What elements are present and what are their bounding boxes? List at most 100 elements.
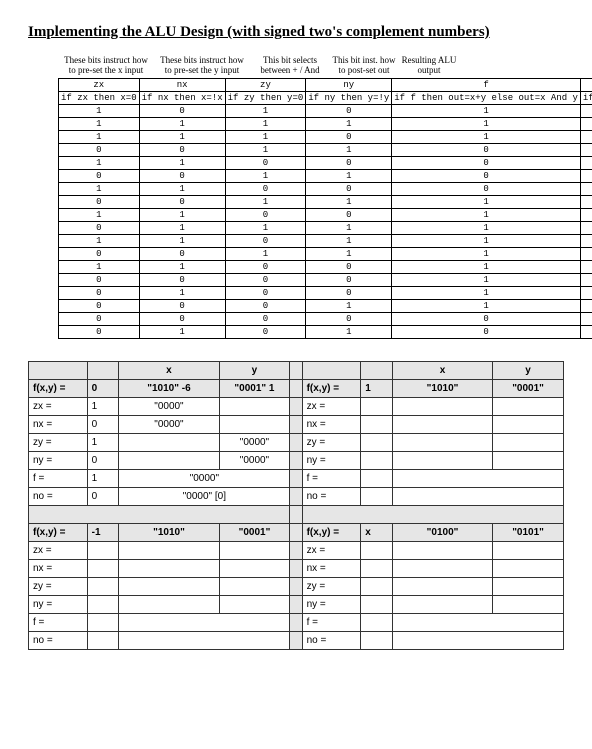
truth-cell: 1 <box>580 299 592 312</box>
truth-cell: 1 <box>306 325 392 338</box>
hdr-x-right: x <box>392 361 492 379</box>
nx-bit-r <box>361 415 393 433</box>
truth-cell: 1 <box>392 286 581 299</box>
truth-cell: 1 <box>139 117 225 130</box>
f-bit-r <box>361 469 393 487</box>
truth-cell: 0 <box>139 169 225 182</box>
truth-row: 001101!x <box>59 169 592 182</box>
hdr-zx: zx <box>59 78 140 91</box>
truth-cell: 0 <box>225 156 306 169</box>
truth-row: 110000y <box>59 156 592 169</box>
truth-row: 1010100 <box>59 104 592 117</box>
truth-cell: 0 <box>59 195 140 208</box>
hdr-ny: ny <box>306 78 392 91</box>
zx-y <box>219 397 290 415</box>
truth-cell: 0 <box>225 299 306 312</box>
lab-f2-r: f = <box>302 613 361 631</box>
truth-row: 110011-y <box>59 208 592 221</box>
truth-cell: 1 <box>306 221 392 234</box>
truth-cell: 0 <box>306 260 392 273</box>
truth-cell: 0 <box>225 286 306 299</box>
truth-cell: 1 <box>225 143 306 156</box>
truth-row: 110111y+1 <box>59 234 592 247</box>
truth-cell: 1 <box>139 260 225 273</box>
truth-cell: 1 <box>59 208 140 221</box>
lab-f2: f = <box>29 613 88 631</box>
x-bin2: "1010" <box>119 523 219 541</box>
lab-no-r: no = <box>302 487 361 505</box>
truth-cell: 0 <box>139 247 225 260</box>
hdr-zy: zy <box>225 78 306 91</box>
zx-x: "0000" <box>119 397 219 415</box>
truth-cell: 1 <box>580 234 592 247</box>
truth-cell: 0 <box>225 208 306 221</box>
truth-cell: 0 <box>306 130 392 143</box>
truth-cell: 1 <box>580 117 592 130</box>
nx-x-r <box>392 415 492 433</box>
zx-y-r <box>493 397 564 415</box>
truth-cell: 0 <box>306 104 392 117</box>
truth-cell: 0 <box>306 312 392 325</box>
zx-x-r <box>392 397 492 415</box>
lab-f: f = <box>29 469 88 487</box>
truth-cell: 0 <box>59 325 140 338</box>
lab-zx2: zx = <box>29 541 88 559</box>
x-bin: "1010" -6 <box>119 379 219 397</box>
truth-cell: 0 <box>306 156 392 169</box>
hdr-f: f <box>392 78 581 91</box>
no-bit-r <box>361 487 393 505</box>
truth-cell: 1 <box>225 117 306 130</box>
truth-cell: 1 <box>306 117 392 130</box>
truth-row: 1111111 <box>59 117 592 130</box>
lab-nx2-r: nx = <box>302 559 361 577</box>
truth-cell: 0 <box>225 273 306 286</box>
fxy-val-r: 1 <box>361 379 393 397</box>
ny-y-r <box>493 451 564 469</box>
x-bin2-r: "0100" <box>392 523 492 541</box>
ny-bit-r <box>361 451 393 469</box>
truth-cell: 0 <box>225 234 306 247</box>
desc-x: These bits instruct how to pre-set the x… <box>58 55 154 78</box>
truth-cell: 1 <box>392 299 581 312</box>
fxy-val2: -1 <box>87 523 119 541</box>
truth-row: 010101x|y <box>59 325 592 338</box>
truth-cell: 0 <box>59 143 140 156</box>
truth-cell: 0 <box>580 260 592 273</box>
hdr-y-left: y <box>219 361 290 379</box>
lab-zy-r: zy = <box>302 433 361 451</box>
lab-zy2-r: zy = <box>302 577 361 595</box>
truth-cell: 1 <box>306 299 392 312</box>
lab-no2-r: no = <box>302 631 361 649</box>
truth-row: 001100x <box>59 143 592 156</box>
truth-row: 110001!y <box>59 182 592 195</box>
truth-cell: 0 <box>225 182 306 195</box>
truth-cell: 0 <box>139 273 225 286</box>
lab-ny2-r: ny = <box>302 595 361 613</box>
truth-cell: 1 <box>392 104 581 117</box>
truth-cell: 1 <box>580 169 592 182</box>
truth-row: 001110x-1 <box>59 247 592 260</box>
y-bin2-r: "0101" <box>493 523 564 541</box>
desc-y: These bits instruct how to pre-set the y… <box>154 55 250 78</box>
truth-cell: 1 <box>59 104 140 117</box>
truth-header-row: zx nx zy ny f no out= <box>59 78 592 91</box>
truth-cell: 1 <box>392 130 581 143</box>
truth-cell: 1 <box>580 286 592 299</box>
truth-cell: 0 <box>59 247 140 260</box>
truth-cell: 1 <box>59 182 140 195</box>
truth-cell: 1 <box>580 221 592 234</box>
worksheet-block-1: x y x y f(x,y) = 0 "1010" -6 "0001" 1 f(… <box>28 361 564 650</box>
truth-cell: 1 <box>59 234 140 247</box>
truth-cell: 1 <box>392 260 581 273</box>
zy-bit-r <box>361 433 393 451</box>
truth-cell: 1 <box>392 117 581 130</box>
truth-cell: 1 <box>306 143 392 156</box>
truth-cell: 1 <box>59 130 140 143</box>
nx-bit: 0 <box>87 415 119 433</box>
hdr-nx: nx <box>139 78 225 91</box>
lab-fxy2: f(x,y) = <box>29 523 88 541</box>
no-res-r <box>392 487 563 505</box>
fxy-val2-r: x <box>361 523 393 541</box>
lab-nx: nx = <box>29 415 88 433</box>
truth-cell: 0 <box>392 312 581 325</box>
